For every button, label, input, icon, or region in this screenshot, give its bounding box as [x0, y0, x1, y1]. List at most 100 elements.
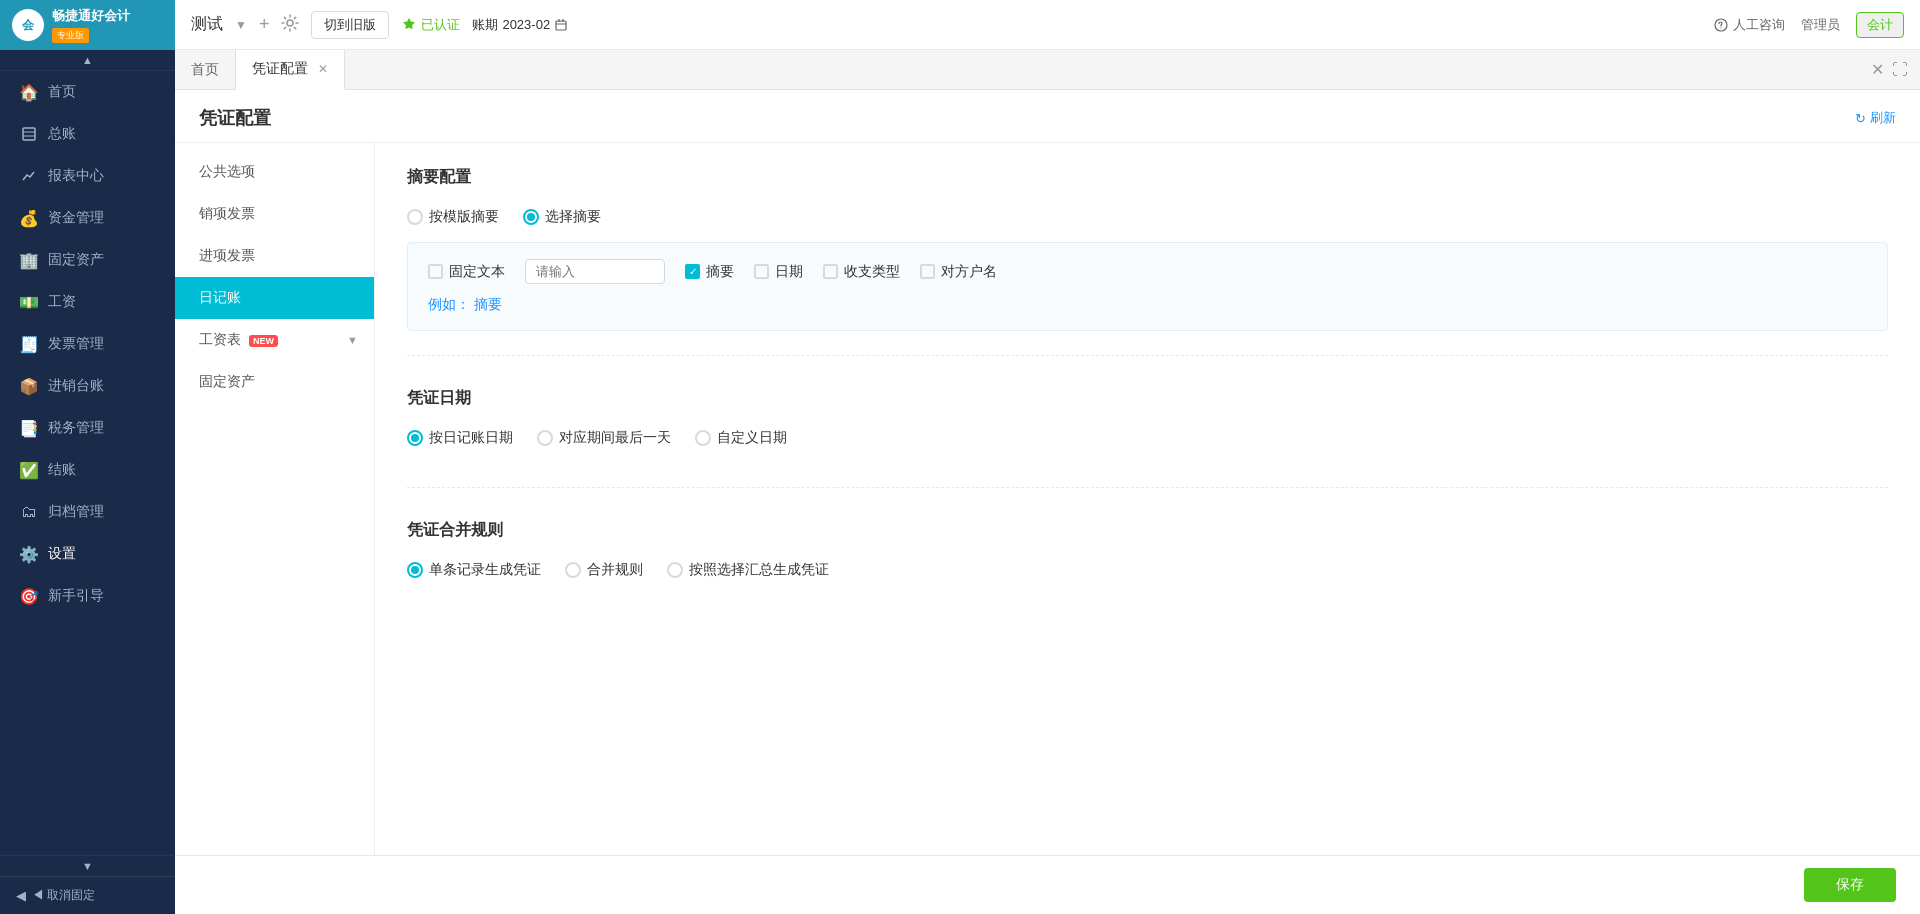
sidebar-item-archive[interactable]: 🗂 归档管理	[0, 491, 175, 533]
topbar: 测试 ▼ + 切到旧版 已认证 账期 2023-02 人工咨询 管理员	[175, 0, 1920, 50]
sidebar-collapse-btn[interactable]: ◀ ◀ 取消固定	[0, 876, 175, 914]
nav-item-output-invoice[interactable]: 销项发票	[175, 193, 374, 235]
sidebar-item-ledger[interactable]: 总账	[0, 113, 175, 155]
tab-home[interactable]: 首页	[175, 50, 236, 90]
checkbox-box-fixed	[428, 264, 443, 279]
merge-radio-group: 单条记录生成凭证 合并规则 按照选择汇总生成凭证	[407, 561, 1888, 579]
radio-merge-rule[interactable]: 合并规则	[565, 561, 643, 579]
svg-rect-4	[556, 21, 566, 30]
nav-item-payroll[interactable]: 工资表 NEW ▼	[175, 319, 374, 361]
sidebar-item-settings[interactable]: ⚙️ 设置	[0, 533, 175, 575]
nav-item-input-invoice[interactable]: 进项发票	[175, 235, 374, 277]
checkbox-summary[interactable]: 摘要	[685, 263, 734, 281]
role-btn[interactable]: 会计	[1856, 12, 1904, 38]
sidebar-item-guide[interactable]: 🎯 新手引导	[0, 575, 175, 617]
svg-point-9	[1720, 27, 1721, 28]
logo-icon: 会	[12, 9, 44, 41]
expand-arrow-icon[interactable]: ▼	[347, 334, 358, 346]
topbar-settings-icon[interactable]	[281, 14, 299, 35]
summary-config-box: 固定文本 摘要 日期	[407, 242, 1888, 331]
example-text: 例如： 摘要	[428, 296, 1867, 314]
invoice-icon: 🧾	[20, 335, 38, 353]
sidebar-item-salary[interactable]: 💵 工资	[0, 281, 175, 323]
radio-circle-merge	[565, 562, 581, 578]
checkbox-box-date	[754, 264, 769, 279]
fixed-text-input[interactable]	[525, 259, 665, 284]
refresh-btn[interactable]: ↻ 刷新	[1855, 109, 1896, 127]
sidebar-item-home[interactable]: 🏠 首页	[0, 71, 175, 113]
sidebar-item-reports[interactable]: 报表中心	[0, 155, 175, 197]
sidebar: 会 畅捷通好会计 专业版 ▲ 🏠 首页 总账	[0, 0, 175, 914]
logo-text: 畅捷通好会计 专业版	[52, 7, 130, 43]
assets-icon: 🏢	[20, 251, 38, 269]
archive-icon: 🗂	[20, 503, 38, 521]
radio-circle-aggregate	[667, 562, 683, 578]
close-window-btn[interactable]: ✕	[1871, 60, 1884, 79]
sidebar-item-trade[interactable]: 📦 进销台账	[0, 365, 175, 407]
tab-close-btn[interactable]: ✕	[318, 62, 328, 76]
expand-window-btn[interactable]: ⛶	[1892, 61, 1908, 79]
switch-version-btn[interactable]: 切到旧版	[311, 11, 389, 39]
sidebar-item-tax[interactable]: 📑 税务管理	[0, 407, 175, 449]
topbar-add-btn[interactable]: +	[259, 14, 270, 35]
checkbox-box-payment	[823, 264, 838, 279]
sidebar-item-assets[interactable]: 🏢 固定资产	[0, 239, 175, 281]
section-summary-config: 摘要配置 按模版摘要 选择摘要	[407, 167, 1888, 356]
radio-aggregate[interactable]: 按照选择汇总生成凭证	[667, 561, 829, 579]
sidebar-scroll-down[interactable]: ▼	[82, 860, 93, 872]
sidebar-scroll: 🏠 首页 总账 报表中心 💰 资金管理	[0, 71, 175, 855]
salary-icon: 💵	[20, 293, 38, 311]
summary-config-row: 固定文本 摘要 日期	[428, 259, 1867, 284]
content-wrapper: 凭证配置 ↻ 刷新 公共选项 销项发票 进项发票	[175, 90, 1920, 914]
nav-item-public[interactable]: 公共选项	[175, 151, 374, 193]
radio-circle-period	[537, 430, 553, 446]
radio-circle-select	[523, 209, 539, 225]
radio-custom-date[interactable]: 自定义日期	[695, 429, 787, 447]
tax-icon: 📑	[20, 419, 38, 437]
ledger-icon	[20, 125, 38, 143]
nav-item-diary[interactable]: 日记账	[175, 277, 374, 319]
radio-circle-single	[407, 562, 423, 578]
save-button[interactable]: 保存	[1804, 868, 1896, 902]
radio-template-summary[interactable]: 按模版摘要	[407, 208, 499, 226]
refresh-icon: ↻	[1855, 111, 1866, 126]
sidebar-item-closing[interactable]: ✅ 结账	[0, 449, 175, 491]
tab-window-buttons: ✕ ⛶	[1859, 60, 1920, 79]
checkbox-date[interactable]: 日期	[754, 263, 803, 281]
tab-voucher-config[interactable]: 凭证配置 ✕	[236, 50, 345, 90]
sidebar-item-invoice[interactable]: 🧾 发票管理	[0, 323, 175, 365]
radio-single-record[interactable]: 单条记录生成凭证	[407, 561, 541, 579]
consult-btn[interactable]: 人工咨询	[1713, 16, 1785, 34]
merge-config-title: 凭证合并规则	[407, 520, 1888, 541]
summary-radio-group: 按模版摘要 选择摘要	[407, 208, 1888, 226]
radio-circle-diary-date	[407, 430, 423, 446]
sidebar-scroll-up[interactable]: ▲	[82, 54, 93, 66]
bottom-bar: 保存	[175, 855, 1920, 914]
topbar-period: 账期 2023-02	[472, 16, 568, 34]
guide-icon: 🎯	[20, 587, 38, 605]
section-date-config: 凭证日期 按日记账日期 对应期间最后一天	[407, 388, 1888, 488]
checkbox-payment-type[interactable]: 收支类型	[823, 263, 900, 281]
nav-item-fixed-assets[interactable]: 固定资产	[175, 361, 374, 403]
date-radio-group: 按日记账日期 对应期间最后一天 自定义日期	[407, 429, 1888, 447]
radio-period-last-day[interactable]: 对应期间最后一天	[537, 429, 671, 447]
sidebar-item-funds[interactable]: 💰 资金管理	[0, 197, 175, 239]
certified-badge: 已认证	[401, 16, 460, 34]
topbar-right: 人工咨询 管理员 会计	[1713, 12, 1904, 38]
page-header: 凭证配置 ↻ 刷新	[175, 90, 1920, 143]
checkbox-fixed-text[interactable]: 固定文本	[428, 263, 505, 281]
svg-point-3	[287, 20, 293, 26]
checkbox-counterpart[interactable]: 对方户名	[920, 263, 997, 281]
settings-icon: ⚙️	[20, 545, 38, 563]
svg-rect-0	[23, 128, 35, 140]
page-title: 凭证配置	[199, 106, 271, 130]
radio-circle-template	[407, 209, 423, 225]
date-config-title: 凭证日期	[407, 388, 1888, 409]
radio-diary-date[interactable]: 按日记账日期	[407, 429, 513, 447]
radio-circle-custom	[695, 430, 711, 446]
main-area: 测试 ▼ + 切到旧版 已认证 账期 2023-02 人工咨询 管理员	[175, 0, 1920, 914]
collapse-icon: ◀	[16, 888, 26, 903]
funds-icon: 💰	[20, 209, 38, 227]
topbar-dropdown-arrow[interactable]: ▼	[235, 18, 247, 32]
radio-select-summary[interactable]: 选择摘要	[523, 208, 601, 226]
